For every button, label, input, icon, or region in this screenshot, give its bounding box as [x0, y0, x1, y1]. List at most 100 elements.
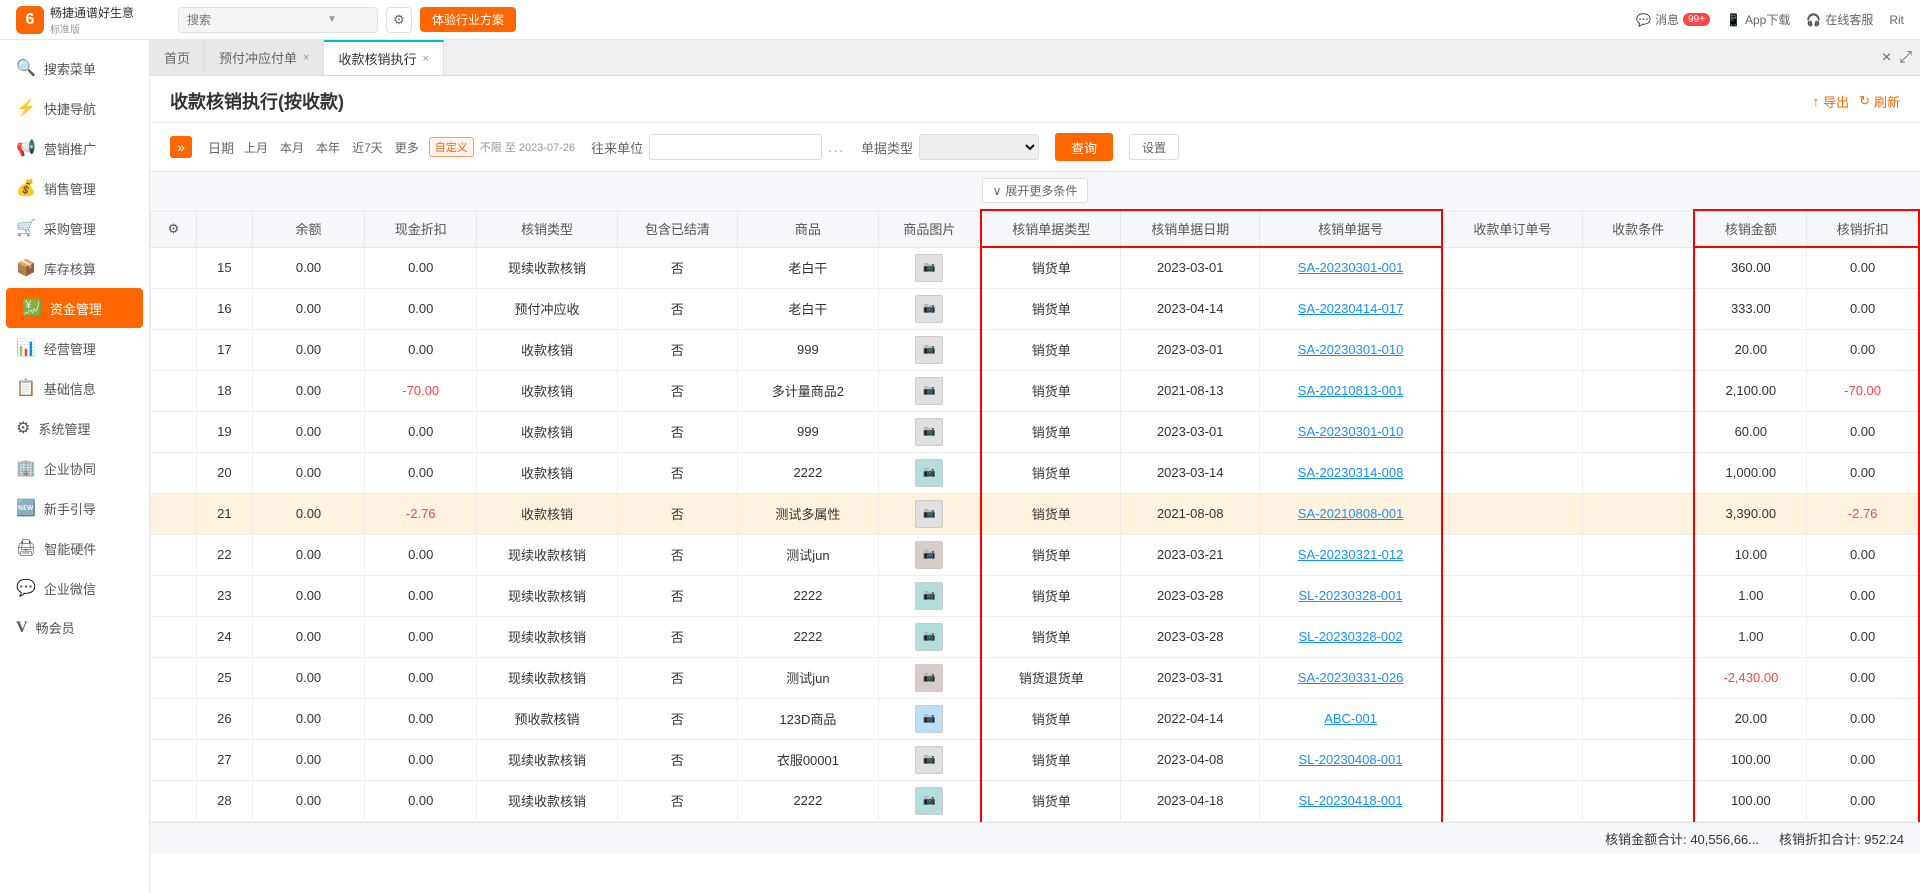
td-settings: [151, 493, 197, 534]
sidebar-item-sales[interactable]: 💰 销售管理: [0, 168, 149, 208]
sidebar-item-quick-nav[interactable]: ⚡ 快捷导航: [0, 88, 149, 128]
sidebar-item-newbie[interactable]: 🆕 新手引导: [0, 488, 149, 528]
sidebar-item-smart-hw[interactable]: 🖨 智能硬件: [0, 528, 149, 568]
invoice-no-link[interactable]: SA-20210813-001: [1298, 383, 1404, 398]
sidebar-item-wechat[interactable]: 💬 企业微信: [0, 568, 149, 608]
tab-writeoff-label: 收款核销执行: [338, 49, 416, 68]
invoice-no-link[interactable]: SL-20230418-001: [1299, 793, 1403, 808]
tab-home[interactable]: 首页: [150, 40, 205, 75]
footer-disc-label: 核销折扣合计:: [1779, 832, 1864, 847]
sidebar-item-basic-info[interactable]: 📋 基础信息: [0, 368, 149, 408]
user-btn[interactable]: Rit: [1889, 13, 1904, 27]
td-writeoff-type: 现续收款核销: [477, 247, 617, 288]
td-include: 否: [617, 616, 738, 657]
expand-button[interactable]: ∨ 展开更多条件: [982, 178, 1089, 203]
invoice-no-link[interactable]: SA-20230321-012: [1298, 547, 1404, 562]
page-header-actions: ↑ 导出 ↻ 刷新: [1813, 92, 1900, 111]
goods-image: 📷: [915, 623, 943, 651]
table-row: 15 0.00 0.00 现续收款核销 否 老白干 📷 销货单 2023-03-…: [151, 247, 1920, 288]
td-invoice-date: 2023-04-18: [1121, 780, 1260, 821]
filter-toggle-btn[interactable]: »: [170, 136, 192, 158]
td-invoice-type: 销货单: [981, 780, 1121, 821]
tab-prepay[interactable]: 预付冲应付单 ×: [205, 40, 324, 75]
td-invoice-date: 2023-03-14: [1121, 452, 1260, 493]
table-row: 16 0.00 0.00 预付冲应收 否 老白干 📷 销货单 2023-04-1…: [151, 288, 1920, 329]
bill-type-select[interactable]: [919, 134, 1039, 160]
sidebar-item-enterprise[interactable]: 🏢 企业协同: [0, 448, 149, 488]
sidebar-item-system[interactable]: ⚙ 系统管理: [0, 408, 149, 448]
td-writeoff-type: 预收款核销: [477, 698, 617, 739]
invoice-no-link[interactable]: SL-20230408-001: [1299, 752, 1403, 767]
date-opt-last-month[interactable]: 上月: [240, 137, 272, 158]
td-settings: [151, 329, 197, 370]
td-include: 否: [617, 411, 738, 452]
sidebar-item-search-menu[interactable]: 🔍 搜索菜单: [0, 48, 149, 88]
sidebar-item-marketing[interactable]: 📢 营销推广: [0, 128, 149, 168]
sidebar: 🔍 搜索菜单 ⚡ 快捷导航 📢 营销推广 💰 销售管理 🛒 采购管理 📦 库存核…: [0, 40, 150, 893]
sidebar-item-inventory[interactable]: 📦 库存核算: [0, 248, 149, 288]
goods-image: 📷: [915, 377, 943, 405]
goods-image: 📷: [915, 295, 943, 323]
partner-input[interactable]: [649, 134, 822, 160]
sidebar-item-operations[interactable]: 📊 经营管理: [0, 328, 149, 368]
invoice-no-link[interactable]: SA-20210808-001: [1298, 506, 1404, 521]
invoice-no-link[interactable]: SA-20230331-026: [1298, 670, 1404, 685]
date-opt-custom[interactable]: 自定义: [429, 137, 474, 157]
msg-btn[interactable]: 💬 消息 99+: [1636, 11, 1710, 28]
invoice-no-link[interactable]: ABC-001: [1324, 711, 1377, 726]
msg-label: 消息: [1655, 11, 1679, 28]
export-button[interactable]: ↑ 导出: [1813, 92, 1850, 111]
td-no: 21: [196, 493, 252, 534]
th-settings[interactable]: ⚙: [151, 210, 197, 247]
tab-expand-btn[interactable]: ⤢: [1899, 49, 1912, 67]
gear-button[interactable]: ⚙: [386, 7, 412, 33]
trial-button[interactable]: 体验行业方案: [420, 7, 516, 32]
search-wrap[interactable]: ▼: [178, 7, 378, 33]
tab-writeoff-close[interactable]: ×: [422, 53, 428, 65]
sidebar-item-finance[interactable]: 💹 资金管理: [6, 288, 143, 328]
top-bar: 6 畅捷通谱好生意 标准版 ▼ ⚙ 体验行业方案 💬 消息 99+ 📱 App下…: [0, 0, 1920, 40]
footer-amount-label: 核销金额合计:: [1605, 832, 1690, 847]
bill-type-label: 单据类型: [861, 138, 913, 157]
date-opt-this-month[interactable]: 本月: [276, 137, 308, 158]
date-opt-this-year[interactable]: 本年: [312, 137, 344, 158]
enterprise-icon: 🏢: [16, 458, 36, 478]
tab-home-label: 首页: [164, 48, 190, 67]
invoice-no-link[interactable]: SL-20230328-001: [1299, 588, 1403, 603]
app-btn[interactable]: 📱 App下载: [1726, 11, 1790, 28]
td-amount: 20.00: [1694, 698, 1806, 739]
invoice-no-link[interactable]: SA-20230301-010: [1298, 424, 1404, 439]
sidebar-item-purchase[interactable]: 🛒 采购管理: [0, 208, 149, 248]
tab-writeoff[interactable]: 收款核销执行 ×: [324, 40, 443, 75]
tab-prepay-close[interactable]: ×: [303, 52, 309, 64]
td-no: 19: [196, 411, 252, 452]
invoice-no-link[interactable]: SA-20230301-010: [1298, 342, 1404, 357]
td-writeoff-disc: -70.00: [1807, 370, 1919, 411]
invoice-no-link[interactable]: SA-20230301-001: [1298, 260, 1404, 275]
invoice-no-link[interactable]: SA-20230314-008: [1298, 465, 1404, 480]
td-invoice-type: 销货单: [981, 739, 1121, 780]
td-amount: 100.00: [1694, 780, 1806, 821]
date-opt-more[interactable]: 更多: [391, 137, 423, 158]
query-button[interactable]: 查询: [1055, 133, 1113, 161]
search-input[interactable]: [187, 13, 327, 27]
th-receipt-no: 收款单订单号: [1442, 210, 1582, 247]
sidebar-item-label: 基础信息: [44, 379, 96, 398]
date-opt-7days[interactable]: 近7天: [348, 137, 387, 158]
setting-button[interactable]: 设置: [1129, 134, 1179, 160]
invoice-no-link[interactable]: SL-20230328-002: [1299, 629, 1403, 644]
sidebar-item-label: 企业协同: [44, 459, 96, 478]
sidebar-item-member[interactable]: V 畅会员: [0, 608, 149, 647]
filter-dots: ...: [828, 140, 845, 155]
td-writeoff-type: 收款核销: [477, 452, 617, 493]
table-row: 20 0.00 0.00 收款核销 否 2222 📷 销货单 2023-03-1…: [151, 452, 1920, 493]
refresh-button[interactable]: ↻ 刷新: [1859, 92, 1900, 111]
invoice-no-link[interactable]: SA-20230414-017: [1298, 301, 1404, 316]
td-invoice-type: 销货单: [981, 288, 1121, 329]
tab-close-btn[interactable]: ×: [1882, 49, 1891, 67]
td-cash-discount: 0.00: [365, 780, 477, 821]
td-goods-img: 📷: [878, 657, 981, 698]
td-cash-discount: 0.00: [365, 534, 477, 575]
td-goods: 多计量商品2: [738, 370, 878, 411]
service-btn[interactable]: 🎧 在线客服: [1806, 11, 1873, 28]
